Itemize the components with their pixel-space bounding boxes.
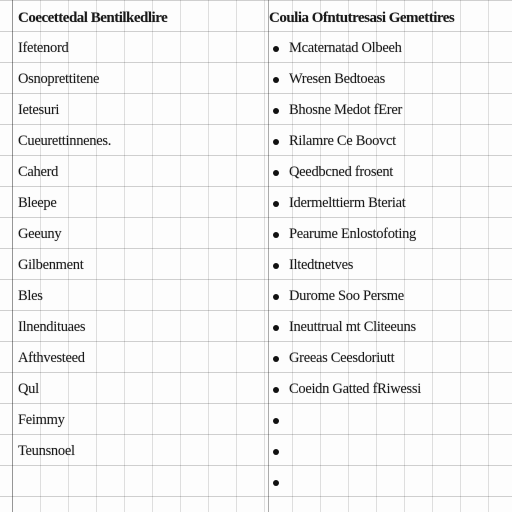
item-label: Cueurettinnenes. (18, 133, 111, 150)
item-label: Ifetenord (18, 40, 68, 57)
bullet-icon (273, 387, 279, 393)
bullet-icon (273, 294, 279, 300)
item-label: Caherd (18, 164, 58, 181)
bullet-icon (273, 108, 279, 114)
item-label: Teunsnoel (18, 443, 75, 460)
item-label: Afthvesteed (18, 350, 85, 367)
item-label: Wresen Bedtoeas (289, 71, 385, 88)
list-item: Bhosne Medot fErer (269, 95, 512, 126)
item-label: Qul (18, 381, 39, 398)
item-label: Bhosne Medot fErer (289, 102, 402, 119)
item-label: Feimmy (18, 412, 65, 429)
bullet-icon (273, 46, 279, 52)
bullet-icon (273, 201, 279, 207)
list-item: Mcaternatad Olbeeh (269, 33, 512, 64)
item-label: Durome Soo Persme (289, 288, 404, 305)
left-column: Coecettedal Bentilkedlire Ifetenord Osno… (0, 0, 261, 498)
bullet-icon (273, 170, 279, 176)
list-item (18, 467, 261, 498)
item-label: Gilbenment (18, 257, 83, 274)
list-item: Osnoprettitene (18, 64, 261, 95)
item-label: Ineuttrual mt Cliteeuns (289, 319, 416, 336)
list-item: Pearume Enlostofoting (269, 219, 512, 250)
list-item: Geeuny (18, 219, 261, 250)
list-item: Durome Soo Persme (269, 281, 512, 312)
item-label: Osnoprettitene (18, 71, 99, 88)
bullet-icon (273, 356, 279, 362)
bullet-icon (273, 263, 279, 269)
item-label: Mcaternatad Olbeeh (289, 40, 402, 57)
list-item: Ifetenord (18, 33, 261, 64)
list-item (269, 436, 512, 467)
list-item: Bleepe (18, 188, 261, 219)
list-item: Iltedtnetves (269, 250, 512, 281)
list-item: Qul (18, 374, 261, 405)
list-item (269, 467, 512, 498)
item-label: Bleepe (18, 195, 56, 212)
list-item: Greeas Ceesdoriutt (269, 343, 512, 374)
list-item: Wresen Bedtoeas (269, 64, 512, 95)
bullet-icon (273, 77, 279, 83)
bullet-icon (273, 139, 279, 145)
item-label: Coeidn Gatted fRiwessi (289, 381, 421, 398)
list-item: Bles (18, 281, 261, 312)
bullet-icon (273, 325, 279, 331)
list-item: Feimmy (18, 405, 261, 436)
list-item (269, 405, 512, 436)
list-item: Ilnendituaes (18, 312, 261, 343)
bullet-icon (273, 418, 279, 424)
item-label: Ilnendituaes (18, 319, 85, 336)
list-item: Cueurettinnenes. (18, 126, 261, 157)
bullet-icon (273, 232, 279, 238)
list-item: Caherd (18, 157, 261, 188)
item-label: Qeedbcned frosent (289, 164, 393, 181)
list-item: Ineuttrual mt Cliteeuns (269, 312, 512, 343)
item-label: Ietesuri (18, 102, 59, 119)
columns-container: Coecettedal Bentilkedlire Ifetenord Osno… (0, 0, 512, 498)
item-label: Greeas Ceesdoriutt (289, 350, 394, 367)
item-label: Pearume Enlostofoting (289, 226, 416, 243)
bullet-icon (273, 449, 279, 455)
list-item: Qeedbcned frosent (269, 157, 512, 188)
item-label: Iltedtnetves (289, 257, 353, 274)
list-item: Idermelttierm Bteriat (269, 188, 512, 219)
list-item: Ietesuri (18, 95, 261, 126)
list-item: Rilamre Ce Boovct (269, 126, 512, 157)
item-label: Idermelttierm Bteriat (289, 195, 406, 212)
list-item: Gilbenment (18, 250, 261, 281)
left-column-header: Coecettedal Bentilkedlire (18, 3, 261, 33)
bullet-icon (273, 480, 279, 486)
list-item: Afthvesteed (18, 343, 261, 374)
list-item: Coeidn Gatted fRiwessi (269, 374, 512, 405)
list-item: Teunsnoel (18, 436, 261, 467)
right-column-header: Coulia Ofntutresasi Gemettires (269, 3, 512, 33)
item-label: Geeuny (18, 226, 61, 243)
right-column: Coulia Ofntutresasi Gemettires Mcaternat… (261, 0, 512, 498)
item-label: Rilamre Ce Boovct (289, 133, 396, 150)
item-label: Bles (18, 288, 43, 305)
